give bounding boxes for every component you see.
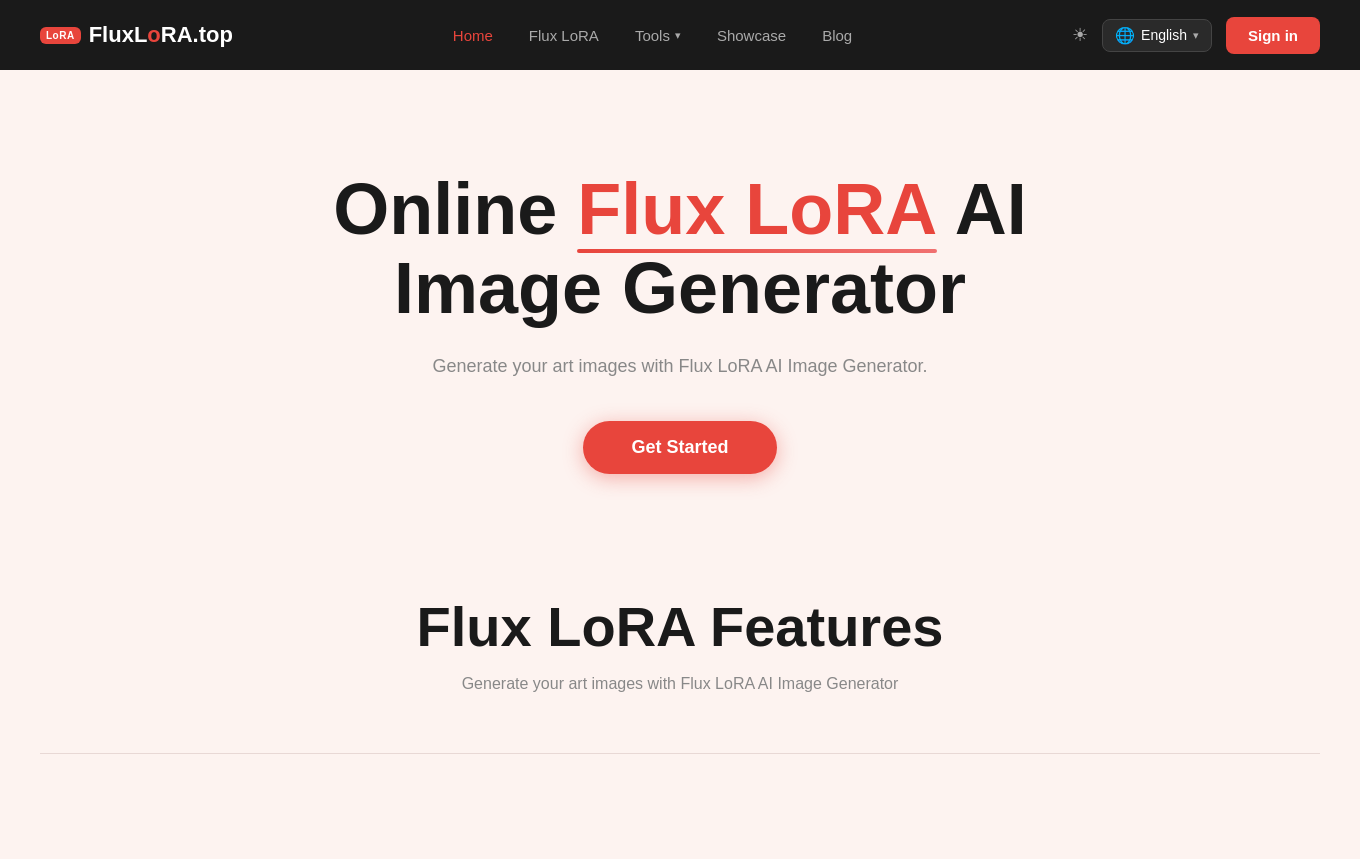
nav-link-showcase[interactable]: Showcase [717, 27, 786, 44]
theme-toggle-button[interactable]: ☀ [1072, 24, 1088, 46]
logo-brand-ra: RA [161, 22, 193, 47]
hero-title: Online Flux LoRA AI Image Generator [280, 170, 1080, 328]
logo-badge: LoRA [40, 27, 81, 44]
language-label: English [1141, 27, 1187, 43]
tools-label: Tools [635, 27, 670, 44]
nav-link-blog[interactable]: Blog [822, 27, 852, 44]
section-divider [40, 753, 1320, 754]
features-subtitle: Generate your art images with Flux LoRA … [462, 675, 899, 693]
chevron-down-icon: ▾ [675, 29, 681, 42]
language-chevron-icon: ▾ [1193, 29, 1199, 42]
nav-links: Home Flux LoRA Tools ▾ Showcase Blog [453, 27, 852, 44]
signin-button[interactable]: Sign in [1226, 17, 1320, 54]
logo-brand-lora: o [147, 22, 160, 47]
logo-dot-top: .top [193, 22, 233, 47]
get-started-button[interactable]: Get Started [583, 421, 776, 474]
sun-icon: ☀ [1072, 24, 1088, 46]
logo-brand-flux: FluxL [89, 22, 148, 47]
hero-subtitle: Generate your art images with Flux LoRA … [432, 352, 927, 381]
navbar-right: ☀ 🌐 English ▾ Sign in [1072, 17, 1320, 54]
logo-area: LoRA FluxLoRA.top [40, 22, 233, 48]
nav-link-tools[interactable]: Tools ▾ [635, 27, 681, 44]
globe-icon: 🌐 [1115, 26, 1135, 45]
language-selector[interactable]: 🌐 English ▾ [1102, 19, 1212, 52]
features-section: Flux LoRA Features Generate your art ima… [0, 534, 1360, 794]
nav-link-home[interactable]: Home [453, 27, 493, 44]
hero-section: Online Flux LoRA AI Image Generator Gene… [0, 70, 1360, 534]
navbar: LoRA FluxLoRA.top Home Flux LoRA Tools ▾… [0, 0, 1360, 70]
nav-link-flux-lora[interactable]: Flux LoRA [529, 27, 599, 44]
hero-title-part1: Online [333, 169, 577, 249]
hero-title-highlight: Flux LoRA [577, 170, 937, 249]
logo-text: FluxLoRA.top [89, 22, 233, 48]
features-title: Flux LoRA Features [417, 594, 944, 659]
